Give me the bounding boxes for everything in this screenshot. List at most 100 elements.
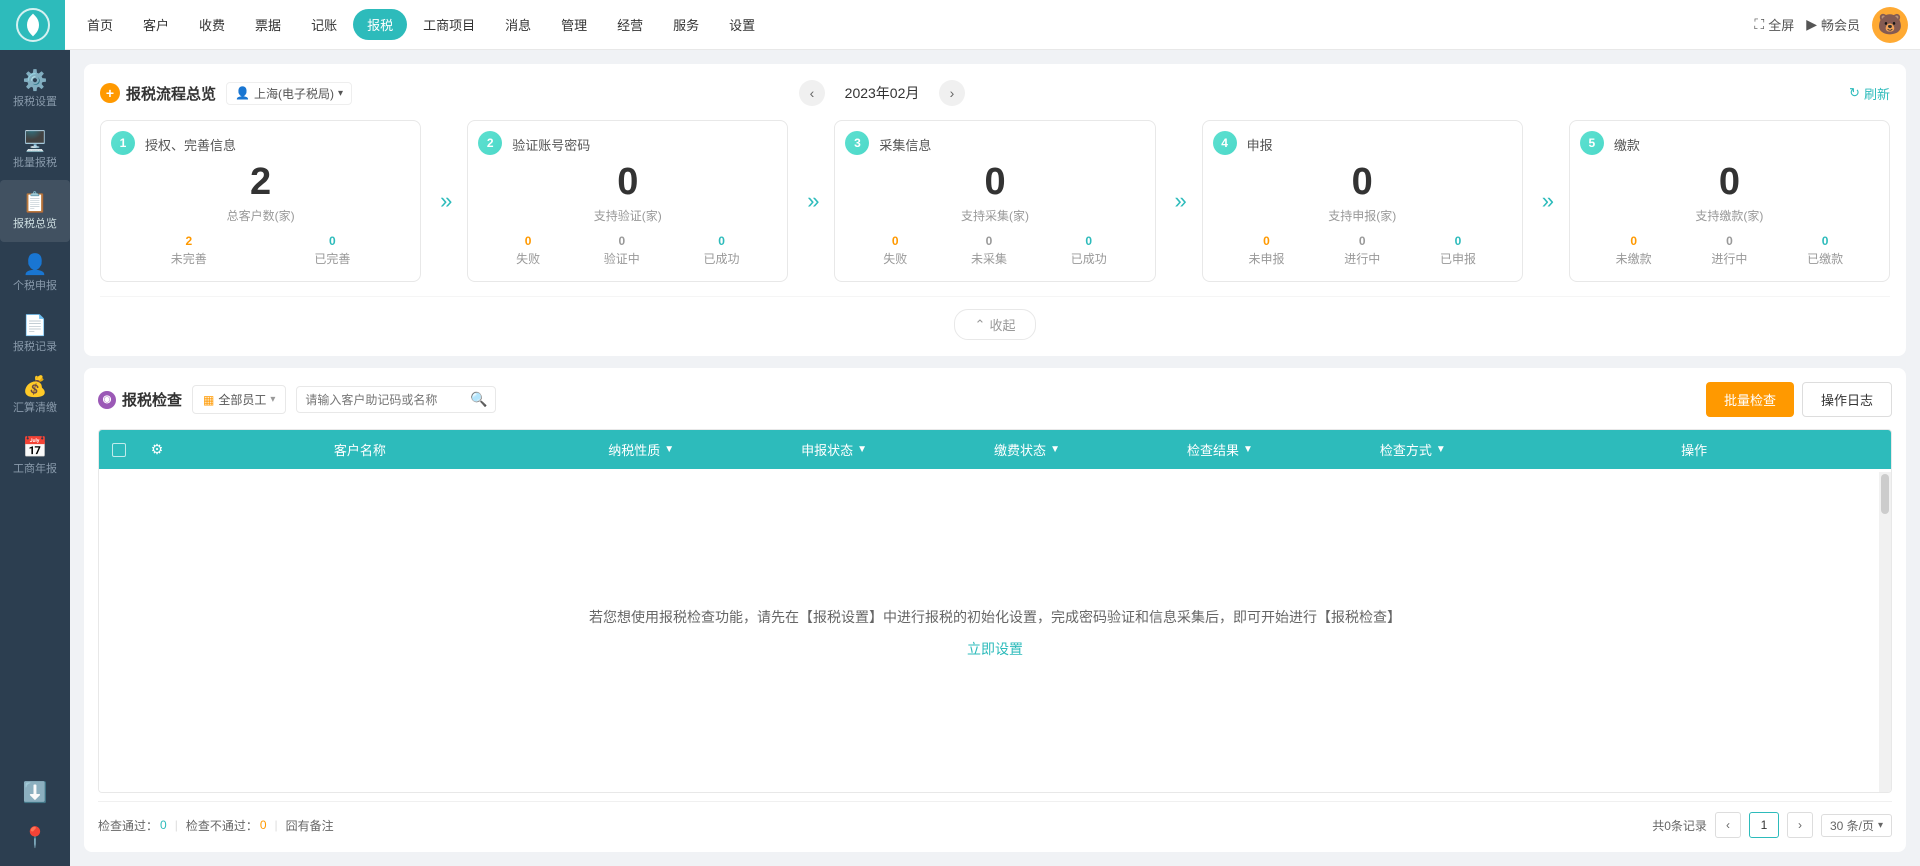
operation-log-button[interactable]: 操作日志 <box>1802 382 1892 417</box>
step-badge-4: 4 <box>1213 131 1237 155</box>
plus-icon: + <box>100 83 120 103</box>
setup-link[interactable]: 立即设置 <box>967 641 1023 657</box>
tax-overview-icon: 📋 <box>23 190 48 215</box>
nav-item-home[interactable]: 首页 <box>73 9 127 40</box>
sidebar-item-tax-records[interactable]: 📄 报税记录 <box>0 303 70 364</box>
card-4-stat-1[interactable]: 0 未申报 <box>1248 234 1284 267</box>
card-4-stat-2[interactable]: 0 进行中 <box>1344 234 1380 267</box>
header-gear[interactable]: ⚙ <box>139 431 175 468</box>
sidebar-item-tax-settings[interactable]: ⚙️ 报税设置 <box>0 58 70 119</box>
card-2-stat-3[interactable]: 0 已成功 <box>704 234 740 267</box>
check-title-icon: ◉ <box>98 391 116 409</box>
nav-item-manage[interactable]: 管理 <box>547 9 601 40</box>
page-next-button[interactable]: › <box>1787 812 1813 838</box>
sidebar-label-tax-settings: 报税设置 <box>13 96 57 109</box>
header-check-result[interactable]: 检查结果 ▼ <box>1123 430 1316 469</box>
card-1-title: 授权、完善信息 <box>117 135 404 154</box>
sidebar-label-tax-records: 报税记录 <box>13 341 57 354</box>
sidebar-location[interactable]: 📍 <box>0 815 70 860</box>
flow-arrow-4: » <box>1523 188 1569 214</box>
card-2-title: 验证账号密码 <box>484 135 771 154</box>
card-2-stat-1[interactable]: 0 失败 <box>516 234 540 267</box>
card-3-stat-3[interactable]: 0 已成功 <box>1071 234 1107 267</box>
table-body-empty: 若您想使用报税检查功能，请先在【报税设置】中进行报税的初始化设置，完成密码验证和… <box>99 469 1891 792</box>
sidebar-label-batch-tax: 批量报税 <box>13 157 57 170</box>
nav-item-tax[interactable]: 报税 <box>353 9 407 40</box>
tax-settings-icon: ⚙️ <box>23 68 48 93</box>
filter-dropdown-icon: ▾ <box>270 394 275 405</box>
nav-item-customer[interactable]: 客户 <box>129 9 183 40</box>
current-date: 2023年02月 <box>837 83 927 103</box>
page-prev-button[interactable]: ‹ <box>1715 812 1741 838</box>
card-2-number: 0 <box>484 158 771 207</box>
card-5-stat-3[interactable]: 0 已缴款 <box>1807 234 1843 267</box>
card-1-stat-2[interactable]: 0 已完善 <box>314 234 350 267</box>
avatar: 🐻 <box>1872 7 1908 43</box>
nav-item-business[interactable]: 工商项目 <box>409 9 489 40</box>
card-5-title: 缴款 <box>1586 135 1873 154</box>
sidebar-download[interactable]: ⬇️ <box>0 770 70 815</box>
logo <box>0 0 65 50</box>
header-operation: 操作 <box>1509 430 1879 469</box>
card-3-stat-1[interactable]: 0 失败 <box>883 234 907 267</box>
card-5-stat-2[interactable]: 0 进行中 <box>1711 234 1747 267</box>
header-check-method[interactable]: 检查方式 ▼ <box>1316 430 1509 469</box>
nav-item-service[interactable]: 服务 <box>659 9 713 40</box>
fail-value[interactable]: 0 <box>260 818 267 832</box>
date-nav: ‹ 2023年02月 › <box>799 80 965 106</box>
fullscreen-button[interactable]: ⛶ 全屏 <box>1754 15 1794 34</box>
location-selector[interactable]: 👤 上海(电子税局) ▾ <box>226 82 352 105</box>
card-3-subtitle: 支持采集(家) <box>851 207 1138 224</box>
header-pay-status[interactable]: 缴费状态 ▼ <box>931 430 1124 469</box>
footer-pass: 检查通过： 0 <box>98 817 167 834</box>
nav-item-operation[interactable]: 经营 <box>603 9 657 40</box>
pass-value[interactable]: 0 <box>160 818 167 832</box>
nav-item-fee[interactable]: 收费 <box>185 9 239 40</box>
batch-tax-icon: 🖥️ <box>23 129 48 154</box>
sidebar-item-tax-overview[interactable]: 📋 报税总览 <box>0 180 70 241</box>
personal-tax-icon: 👤 <box>23 252 48 277</box>
next-month-button[interactable]: › <box>939 80 965 106</box>
search-icon[interactable]: 🔍 <box>470 391 487 408</box>
sidebar-item-personal-tax[interactable]: 👤 个税申报 <box>0 242 70 303</box>
sidebar: ⚙️ 报税设置 🖥️ 批量报税 📋 报税总览 👤 个税申报 📄 报税记录 💰 汇… <box>0 50 70 866</box>
employee-filter[interactable]: ▦ 全部员工 ▾ <box>192 385 286 414</box>
flow-arrow-2: » <box>788 188 834 214</box>
card-1-stat-1[interactable]: 2 未完善 <box>171 234 207 267</box>
nav-item-settings[interactable]: 设置 <box>715 9 769 40</box>
card-2-stat-2[interactable]: 0 验证中 <box>604 234 640 267</box>
card-3-stat-2[interactable]: 0 未采集 <box>971 234 1007 267</box>
header-checkbox[interactable] <box>99 433 139 467</box>
flow-card-3: 3 采集信息 0 支持采集(家) 0 失败 0 未采集 <box>834 120 1155 282</box>
footer-pagination: 共0条记录 ‹ 1 › 30 条/页 ▾ <box>1652 812 1892 838</box>
sidebar-item-settlement[interactable]: 💰 汇算清缴 <box>0 364 70 425</box>
overview-section: + 报税流程总览 👤 上海(电子税局) ▾ ‹ 2023年02月 › ↻ 刷新 <box>84 64 1906 356</box>
refresh-icon: ↻ <box>1849 85 1860 101</box>
member-button[interactable]: ▶ 畅会员 <box>1806 15 1860 34</box>
card-3-number: 0 <box>851 158 1138 207</box>
table-header: ⚙ 客户名称 纳税性质 ▼ 申报状态 ▼ 缴费状态 ▼ <box>99 430 1891 469</box>
nav-right: ⛶ 全屏 ▶ 畅会员 🐻 <box>1754 7 1920 43</box>
collapse-button[interactable]: ⌃ 收起 <box>954 309 1037 340</box>
batch-check-button[interactable]: 批量检查 <box>1706 382 1794 417</box>
refresh-button[interactable]: ↻ 刷新 <box>1849 84 1890 103</box>
sidebar-item-batch-tax[interactable]: 🖥️ 批量报税 <box>0 119 70 180</box>
per-page-selector[interactable]: 30 条/页 ▾ <box>1821 814 1892 837</box>
card-5-number: 0 <box>1586 158 1873 207</box>
sidebar-item-annual-report[interactable]: 📅 工商年报 <box>0 425 70 486</box>
prev-month-button[interactable]: ‹ <box>799 80 825 106</box>
nav-item-invoice[interactable]: 票据 <box>241 9 295 40</box>
search-input[interactable] <box>305 393 464 407</box>
card-4-stat-3[interactable]: 0 已申报 <box>1440 234 1476 267</box>
header-tax-type[interactable]: 纳税性质 ▼ <box>545 430 738 469</box>
header-declare-status[interactable]: 申报状态 ▼ <box>738 430 931 469</box>
dropdown-icon: ▾ <box>338 88 343 99</box>
card-2-subtitle: 支持验证(家) <box>484 207 771 224</box>
header-name: 客户名称 <box>175 430 545 469</box>
sidebar-label-personal-tax: 个税申报 <box>13 280 57 293</box>
nav-item-bookkeeping[interactable]: 记账 <box>297 9 351 40</box>
tax-records-icon: 📄 <box>23 313 48 338</box>
check-actions: 批量检查 操作日志 <box>1706 382 1892 417</box>
nav-item-message[interactable]: 消息 <box>491 9 545 40</box>
card-5-stat-1[interactable]: 0 未缴款 <box>1616 234 1652 267</box>
